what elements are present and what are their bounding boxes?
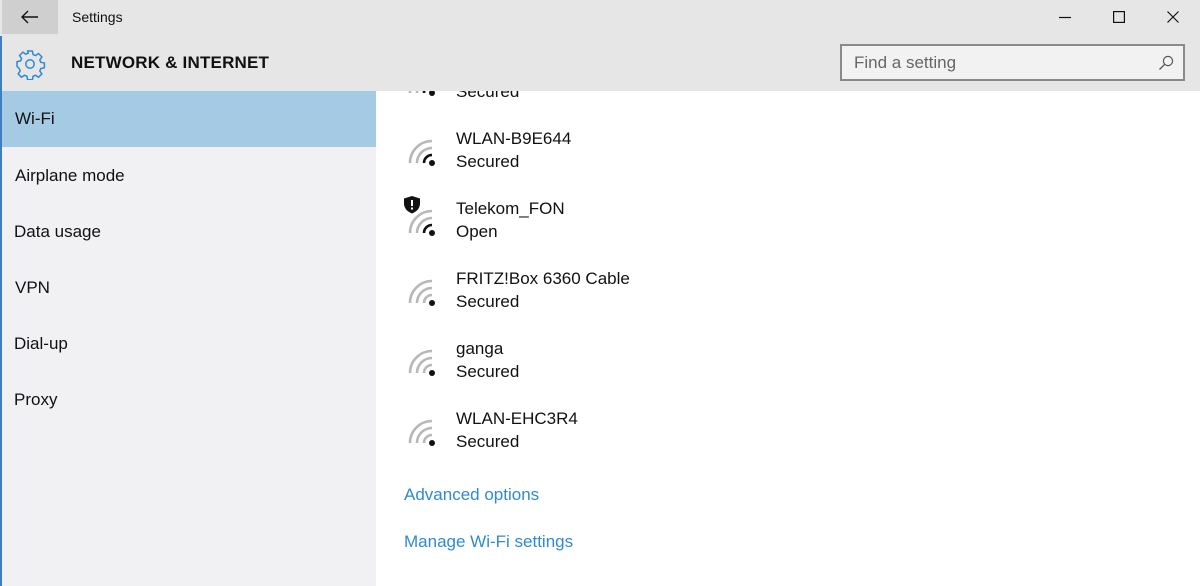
wifi-dot <box>429 300 435 306</box>
sidebar-item-vpn[interactable]: VPN <box>0 260 376 316</box>
sidebar: Wi-Fi Airplane mode Data usage VPN Dial-… <box>0 91 376 586</box>
network-name: FRITZ!Box 6360 Cable <box>456 269 630 288</box>
sidebar-item-proxy[interactable]: Proxy <box>0 372 376 428</box>
wifi-dot <box>429 440 435 446</box>
wifi-dot <box>429 160 435 166</box>
manage-wifi-settings-link[interactable]: Manage Wi-Fi settings <box>404 532 573 552</box>
section-title: NETWORK & INTERNET <box>71 53 270 72</box>
maximize-button[interactable] <box>1092 0 1146 34</box>
sidebar-item-dial-up[interactable]: Dial-up <box>0 316 376 372</box>
wifi-arc <box>408 91 412 94</box>
close-icon <box>1167 11 1179 23</box>
wifi-signal-icon <box>408 139 435 166</box>
window-title: Settings <box>72 9 123 25</box>
wifi-signal-icon <box>408 91 435 96</box>
back-button[interactable] <box>2 0 58 34</box>
network-status: Open <box>456 222 498 241</box>
back-arrow-icon <box>21 10 38 24</box>
title-bar: Settings <box>0 0 1200 36</box>
network-status: Secured <box>456 292 520 311</box>
network-status: Secured <box>456 152 520 171</box>
gear-icon <box>16 50 46 80</box>
window-border <box>0 36 2 586</box>
network-item[interactable]: Telekom_FON Open <box>376 191 976 261</box>
network-name: ganga <box>456 339 504 358</box>
network-name: WLAN-B9E644 <box>456 129 572 148</box>
advanced-options-link[interactable]: Advanced options <box>404 485 539 505</box>
search-input[interactable] <box>842 52 1142 73</box>
search-box[interactable] <box>840 44 1185 81</box>
network-item[interactable]: FRITZ!Box 6360 Cable Secured <box>376 261 976 331</box>
sidebar-item-data-usage[interactable]: Data usage <box>0 204 376 260</box>
sidebar-item-airplane-mode[interactable]: Airplane mode <box>0 148 376 204</box>
network-name: WLAN-EHC3R4 <box>456 409 578 428</box>
wifi-signal-icon <box>408 349 435 376</box>
search-icon[interactable] <box>1158 55 1174 71</box>
sidebar-item-wifi[interactable]: Wi-Fi <box>0 91 376 147</box>
wifi-dot <box>429 370 435 376</box>
network-status: Secured <box>456 432 520 451</box>
wifi-signal-icon <box>408 209 435 236</box>
network-name: Telekom_FON <box>456 199 565 218</box>
wifi-dot <box>429 91 435 96</box>
wifi-signal-icon <box>408 419 435 446</box>
network-item[interactable]: Secured <box>376 91 976 121</box>
wifi-signal-icon <box>408 279 435 306</box>
close-button[interactable] <box>1146 0 1200 34</box>
wifi-network-list: Secured WLAN-B9E644 Secured Telekom_FON … <box>376 91 1200 586</box>
maximize-icon <box>1113 11 1125 23</box>
network-item[interactable]: WLAN-EHC3R4 Secured <box>376 401 976 471</box>
minimize-icon <box>1059 16 1071 19</box>
network-item[interactable]: WLAN-B9E644 Secured <box>376 121 976 191</box>
minimize-button[interactable] <box>1038 0 1092 34</box>
wifi-dot <box>429 230 435 236</box>
network-status: Secured <box>456 362 520 381</box>
page-header: NETWORK & INTERNET <box>0 36 1200 91</box>
network-status: Secured <box>456 91 520 101</box>
network-item[interactable]: ganga Secured <box>376 331 976 401</box>
